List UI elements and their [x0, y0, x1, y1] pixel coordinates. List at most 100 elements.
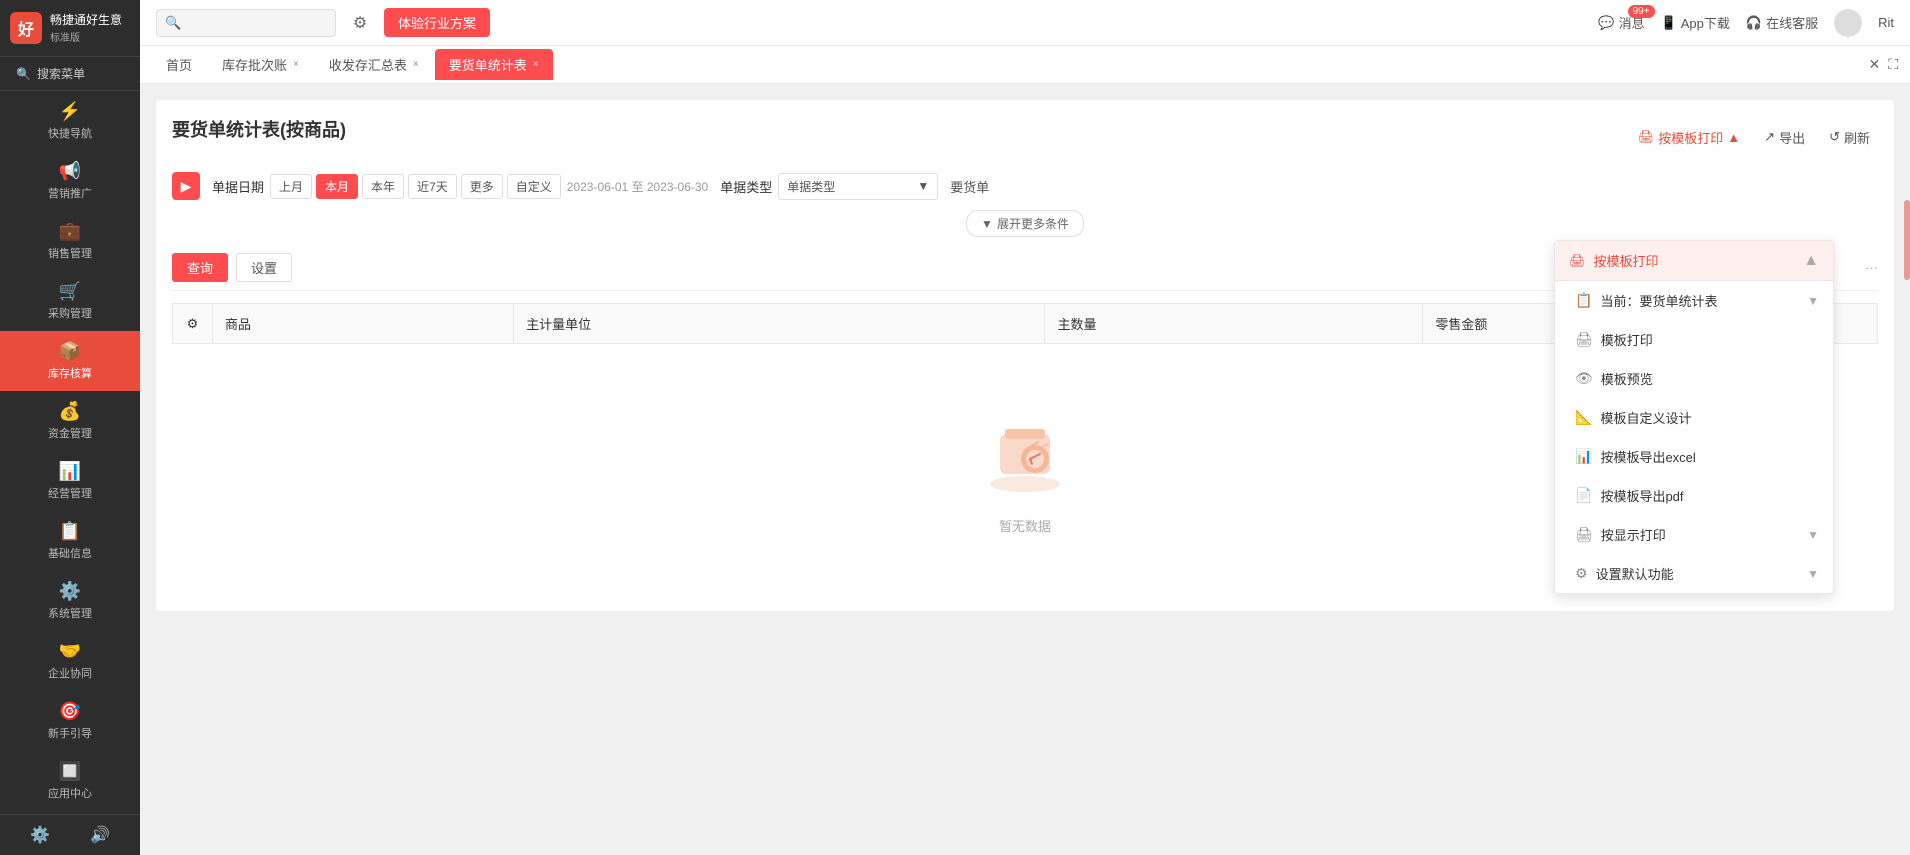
chevron-down-icon: ▼: [917, 179, 929, 193]
type-select[interactable]: 单据类型 ▼: [778, 173, 938, 200]
refresh-icon: ↺: [1829, 129, 1840, 145]
online-service-item[interactable]: 🎧 在线客服: [1746, 13, 1818, 32]
sidebar-item-apps[interactable]: 🔲 应用中心: [0, 751, 140, 811]
export-pdf-icon: 📄: [1575, 487, 1592, 504]
sidebar-item-marketing[interactable]: 📢 营销推广: [0, 151, 140, 211]
sidebar-item-system[interactable]: ⚙️ 系统管理: [0, 571, 140, 631]
marketing-icon: 📢: [59, 161, 81, 182]
settings-bottom-icon[interactable]: ⚙️: [30, 825, 50, 845]
tab-requisition-close[interactable]: ×: [533, 59, 539, 70]
tab-close-all-button[interactable]: ✕: [1868, 56, 1880, 73]
tab-collection-label: 收发存汇总表: [329, 55, 407, 74]
sidebar-search-item[interactable]: 🔍 搜索菜单: [0, 57, 140, 91]
empty-illustration: [975, 404, 1075, 504]
sidebar-item-label: 快捷导航: [48, 125, 92, 141]
template-print-item[interactable]: 🖨 模板打印: [1555, 320, 1833, 359]
notification-icon: 💬: [1598, 15, 1614, 31]
purchase-icon: 🛒: [59, 281, 81, 302]
print-dropdown-close[interactable]: ▲: [1803, 252, 1819, 270]
speaker-icon[interactable]: 🔊: [90, 825, 110, 845]
sidebar-item-basic[interactable]: 📋 基础信息: [0, 511, 140, 571]
tab-batch-label: 库存批次账: [222, 55, 287, 74]
sidebar-item-label: 新手引导: [48, 725, 92, 741]
logo-icon: 好: [10, 12, 42, 44]
template-export-pdf-item[interactable]: 📄 按模板导出pdf: [1555, 476, 1833, 515]
expand-more-row: ▼ 展开更多条件: [172, 210, 1878, 237]
chevron-up-icon: ▲: [1727, 130, 1740, 145]
sidebar-nav: ⚡ 快捷导航 📢 营销推广 💼 销售管理 🛒 采购管理 📦 库存核算 💰 资金管…: [0, 91, 140, 814]
sidebar-item-sales[interactable]: 💼 销售管理: [0, 211, 140, 271]
sidebar-search-label: 搜索菜单: [37, 65, 85, 82]
topbar-search-icon: 🔍: [165, 15, 181, 31]
this-year-button[interactable]: 本年: [362, 174, 404, 199]
topbar-right: 💬 消息 99+ 📱 App下载 🎧 在线客服 Rit: [1598, 9, 1894, 37]
last-7-days-button[interactable]: 近7天: [408, 174, 457, 199]
sidebar: 好 畅捷通好生意 标准版 🔍 搜索菜单 ⚡ 快捷导航 📢 营销推广 💼 销售管理…: [0, 0, 140, 855]
display-print-item[interactable]: 🖨 按显示打印 ▼: [1555, 515, 1833, 554]
sidebar-item-purchase[interactable]: 🛒 采购管理: [0, 271, 140, 331]
export-button[interactable]: ↗ 导出: [1756, 124, 1813, 151]
tab-maximize-button[interactable]: ⛶: [1888, 56, 1898, 73]
user-avatar[interactable]: [1834, 9, 1862, 37]
scroll-indicator[interactable]: [1904, 200, 1910, 280]
search-icon: 🔍: [16, 67, 31, 81]
shortcut-icon: ⚡: [59, 101, 81, 122]
sidebar-item-label: 营销推广: [48, 185, 92, 201]
topbar-search-box[interactable]: 🔍: [156, 9, 336, 37]
query-button[interactable]: 查询: [172, 253, 228, 282]
industry-solution-button[interactable]: 体验行业方案: [384, 8, 490, 37]
sidebar-item-finance[interactable]: 💰 资金管理: [0, 391, 140, 451]
tab-batch[interactable]: 库存批次账 ×: [208, 49, 313, 80]
topbar-gear-button[interactable]: ⚙: [346, 9, 374, 37]
filter-expand-button[interactable]: ▶: [172, 172, 200, 200]
tab-collection-close[interactable]: ×: [413, 59, 419, 70]
template-design-item[interactable]: 📐 模板自定义设计: [1555, 398, 1833, 437]
topbar-search-input[interactable]: [185, 16, 305, 30]
system-icon: ⚙️: [59, 581, 81, 602]
template-export-excel-label: 按模板导出excel: [1600, 447, 1695, 466]
notification-badge: 99+: [1628, 5, 1655, 18]
sidebar-item-label: 经营管理: [48, 485, 92, 501]
sidebar-item-label: 资金管理: [48, 425, 92, 441]
goods-filter-label: 要货单: [950, 177, 989, 196]
template-export-excel-item[interactable]: 📊 按模板导出excel: [1555, 437, 1833, 476]
current-template-icon: 📋: [1575, 292, 1592, 309]
print-dropdown: 🖨 按模板打印 ▲ 📋 当前：要货单统计表 ▼ 🖨 模板打印 👁 模板预: [1554, 240, 1834, 594]
sidebar-item-business[interactable]: 📊 经营管理: [0, 451, 140, 511]
display-print-label: 按显示打印: [1601, 525, 1666, 544]
empty-text: 暂无数据: [999, 516, 1051, 535]
app-download-item[interactable]: 📱 App下载: [1661, 13, 1730, 32]
set-default-item[interactable]: ⚙ 设置默认功能 ▼: [1555, 554, 1833, 593]
tab-home[interactable]: 首页: [152, 49, 206, 80]
col-settings[interactable]: ⚙: [173, 304, 213, 344]
tab-home-label: 首页: [166, 55, 192, 74]
sidebar-item-collab[interactable]: 🤝 企业协同: [0, 631, 140, 691]
tab-requisition[interactable]: 要货单统计表 ×: [435, 49, 553, 80]
template-preview-icon: 👁: [1575, 370, 1593, 387]
print-current-item[interactable]: 📋 当前：要货单统计表 ▼: [1555, 281, 1833, 320]
sidebar-item-shortcut[interactable]: ⚡ 快捷导航: [0, 91, 140, 151]
expand-more-button[interactable]: ▼ 展开更多条件: [966, 210, 1084, 237]
user-name: Rit: [1878, 15, 1894, 30]
sidebar-item-inventory[interactable]: 📦 库存核算: [0, 331, 140, 391]
tab-batch-close[interactable]: ×: [293, 59, 299, 70]
template-preview-item[interactable]: 👁 模板预览: [1555, 359, 1833, 398]
more-date-button[interactable]: 更多: [461, 174, 503, 199]
custom-date-button[interactable]: 自定义: [507, 174, 561, 199]
col-goods: 商品: [213, 304, 514, 344]
template-print-icon: 🖨: [1575, 331, 1593, 348]
online-service-label: 在线客服: [1766, 13, 1818, 32]
notification-item[interactable]: 💬 消息 99+: [1598, 13, 1644, 32]
current-chevron-icon: ▼: [1807, 294, 1819, 308]
guide-icon: 🎯: [59, 701, 81, 722]
this-month-button[interactable]: 本月: [316, 174, 358, 199]
last-month-button[interactable]: 上月: [270, 174, 312, 199]
print-template-button[interactable]: 🖨 按模板打印 ▲: [1630, 124, 1748, 151]
expand-icon: ▼: [981, 217, 993, 231]
template-preview-label: 模板预览: [1601, 369, 1653, 388]
more-actions-button[interactable]: ···: [1865, 260, 1878, 275]
sidebar-item-guide[interactable]: 🎯 新手引导: [0, 691, 140, 751]
tab-collection[interactable]: 收发存汇总表 ×: [315, 49, 433, 80]
refresh-button[interactable]: ↺ 刷新: [1821, 124, 1878, 151]
settings-button[interactable]: 设置: [236, 253, 292, 282]
